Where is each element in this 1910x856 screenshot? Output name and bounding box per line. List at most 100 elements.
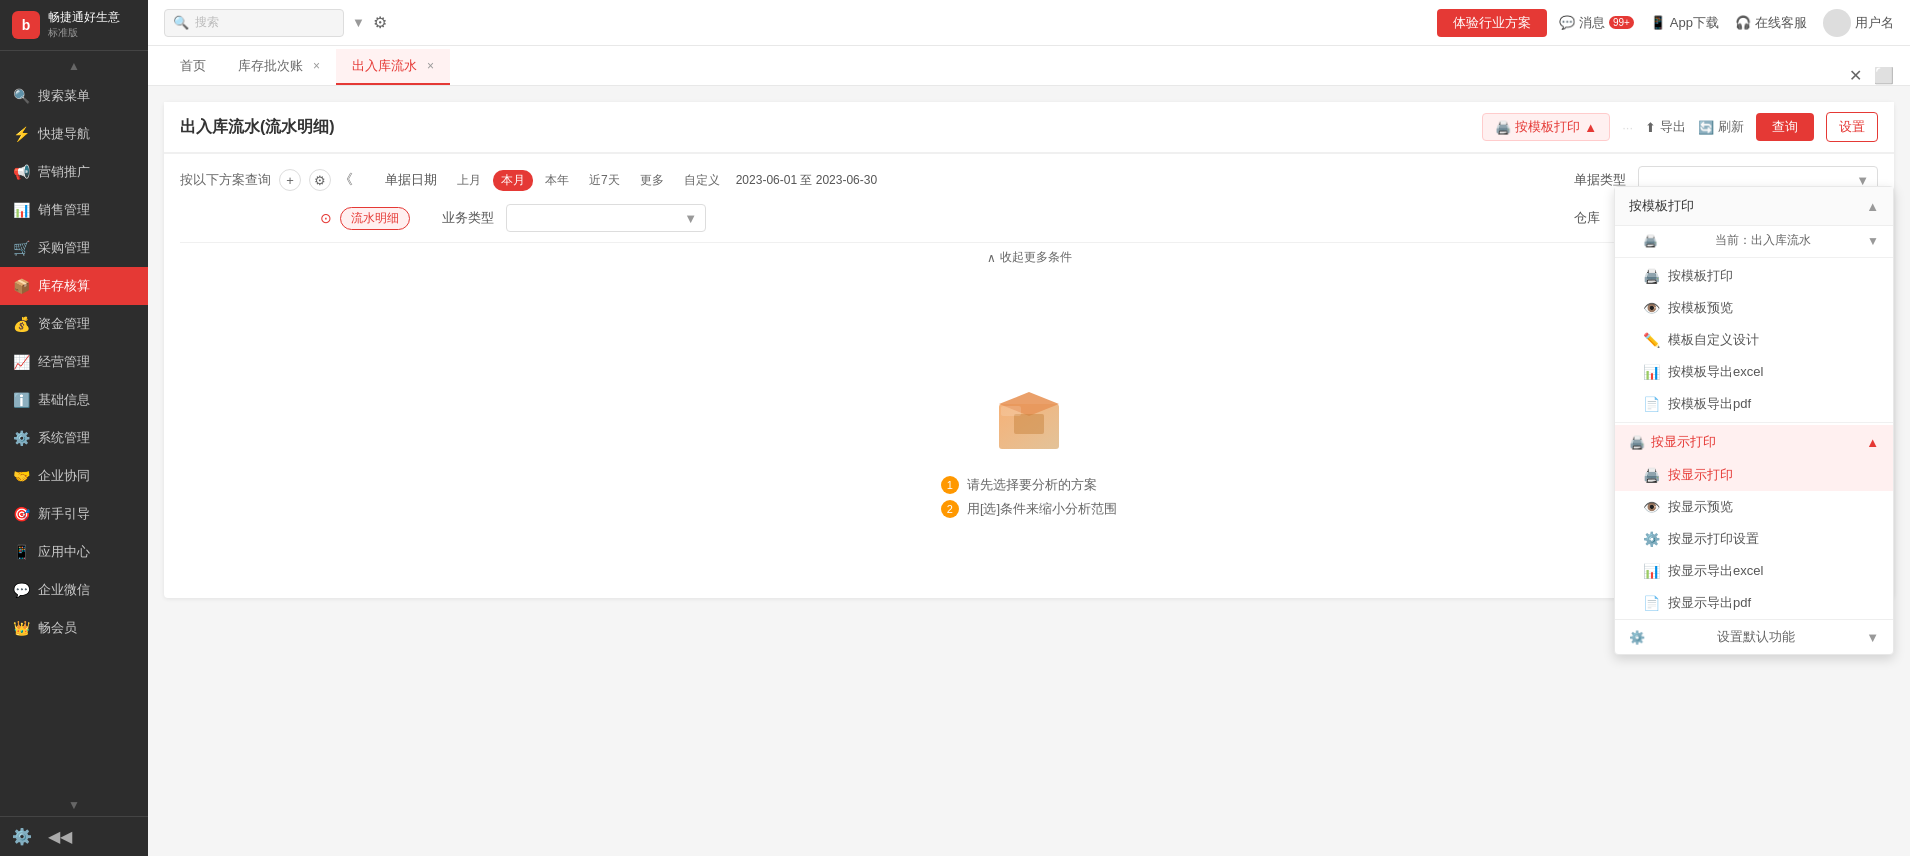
quick-icon: ⚡	[12, 126, 30, 142]
dropdown-preview-icon: 👁️	[1643, 300, 1660, 316]
topbar-search-box[interactable]: 🔍 搜索	[164, 9, 344, 37]
user-avatar-item[interactable]: 用户名	[1823, 9, 1894, 37]
collapse-sidebar-icon[interactable]: ◀◀	[48, 827, 72, 846]
sidebar-item-member[interactable]: 👑 畅会员	[0, 609, 148, 647]
date-tab-7days[interactable]: 近7天	[581, 170, 628, 191]
tag-icon: ⊙	[320, 210, 332, 226]
template-print-chevron: ▲	[1584, 120, 1597, 135]
system-icon: ⚙️	[12, 430, 30, 446]
sidebar-item-label: 搜索菜单	[38, 87, 90, 105]
app-download-item[interactable]: 📱 App下载	[1650, 14, 1719, 32]
tab-inout-close-icon[interactable]: ×	[427, 59, 434, 73]
tab-inout-flow[interactable]: 出入库流水 ×	[336, 49, 450, 85]
dropdown-item-label: 按显示预览	[1668, 498, 1733, 516]
dropdown-printer-icon: 🖨️	[1643, 268, 1660, 284]
query-button[interactable]: 查询	[1756, 113, 1814, 141]
main-area: 🔍 搜索 ▼ ⚙ 体验行业方案 💬 消息 99+ 📱 App下载 🎧 在线客服	[148, 0, 1910, 856]
dropdown-collapse-icon[interactable]: ▲	[1866, 199, 1879, 214]
sidebar-item-apps[interactable]: 📱 应用中心	[0, 533, 148, 571]
dropdown-item-template-custom[interactable]: ✏️ 模板自定义设计	[1615, 324, 1893, 356]
empty-steps: 1 请先选择要分析的方案 2 用[选]条件来缩小分析范围	[941, 476, 1117, 518]
filter-tag[interactable]: 流水明细	[340, 207, 410, 230]
refresh-button[interactable]: 🔄 刷新	[1698, 118, 1744, 136]
headphone-icon: 🎧	[1735, 15, 1751, 30]
sidebar-item-system[interactable]: ⚙️ 系统管理	[0, 419, 148, 457]
sidebar-item-wechat[interactable]: 💬 企业微信	[0, 571, 148, 609]
export-button[interactable]: ⬆ 导出	[1645, 118, 1686, 136]
settings-bottom-icon[interactable]: ⚙️	[12, 827, 32, 846]
add-filter-button[interactable]: +	[279, 169, 301, 191]
dropdown-item-template-export-pdf[interactable]: 📄 按模板导出pdf	[1615, 388, 1893, 420]
dropdown-item-template-preview[interactable]: 👁️ 按模板预览	[1615, 292, 1893, 324]
dropdown-display-pdf-icon: 📄	[1643, 595, 1660, 611]
dropdown-item-display-print[interactable]: 🖨️ 按显示打印	[1615, 459, 1893, 491]
sidebar-item-inventory[interactable]: 📦 库存核算	[0, 267, 148, 305]
topbar-dropdown-icon[interactable]: ▼	[352, 15, 365, 30]
settings-button[interactable]: 设置	[1826, 112, 1878, 142]
sidebar-item-finance[interactable]: 💰 资金管理	[0, 305, 148, 343]
sidebar-item-basic[interactable]: ℹ️ 基础信息	[0, 381, 148, 419]
sidebar-item-guide[interactable]: 🎯 新手引导	[0, 495, 148, 533]
business-type-dropdown[interactable]: ▼	[506, 204, 706, 232]
sidebar-item-label: 新手引导	[38, 505, 90, 523]
avatar	[1823, 9, 1851, 37]
export-icon: ⬆	[1645, 120, 1656, 135]
sales-icon: 📊	[12, 202, 30, 218]
printer-small-icon: 🖨️	[1643, 234, 1658, 248]
sidebar-item-quick[interactable]: ⚡ 快捷导航	[0, 115, 148, 153]
date-tab-more[interactable]: 更多	[632, 170, 672, 191]
topbar-gear-icon[interactable]: ⚙	[373, 13, 387, 32]
scroll-up-indicator: ▲	[0, 55, 148, 77]
date-tab-this-year[interactable]: 本年	[537, 170, 577, 191]
tabs-close-all-btn[interactable]: ✕	[1849, 66, 1862, 85]
date-tab-this-month[interactable]: 本月	[493, 170, 533, 191]
dropdown-item-display-export-pdf[interactable]: 📄 按显示导出pdf	[1615, 587, 1893, 619]
dropdown-item-template-print[interactable]: 🖨️ 按模板打印	[1615, 260, 1893, 292]
tabs-expand-btn[interactable]: ⬜	[1874, 66, 1894, 85]
display-printer-icon: 🖨️	[1629, 435, 1645, 450]
sidebar-item-search[interactable]: 🔍 搜索菜单	[0, 77, 148, 115]
filter-collapse-icon[interactable]: 《	[339, 171, 353, 189]
dropdown-current-item[interactable]: 🖨️ 当前：出入库流水 ▼	[1615, 226, 1893, 255]
sidebar-item-label: 系统管理	[38, 429, 90, 447]
dropdown-divider-1	[1615, 257, 1893, 258]
date-tab-custom[interactable]: 自定义	[676, 170, 728, 191]
dropdown-item-label: 按模板导出pdf	[1668, 395, 1751, 413]
dropdown-item-display-preview[interactable]: 👁️ 按显示预览	[1615, 491, 1893, 523]
filter-label: 按以下方案查询	[180, 171, 271, 189]
sidebar-item-operation[interactable]: 📈 经营管理	[0, 343, 148, 381]
basic-icon: ℹ️	[12, 392, 30, 408]
dropdown-item-template-export-excel[interactable]: 📊 按模板导出excel	[1615, 356, 1893, 388]
page-content: 出入库流水(流水明细) 🖨️ 按模板打印 ▲ ··· ⬆ 导出 🔄 刷新	[148, 86, 1910, 856]
svg-rect-2	[1014, 414, 1044, 434]
step-2-num: 2	[941, 500, 959, 518]
trial-button[interactable]: 体验行业方案	[1437, 9, 1547, 37]
tab-bar: 首页 库存批次账 × 出入库流水 × ✕ ⬜	[148, 46, 1910, 86]
dropdown-item-display-settings[interactable]: ⚙️ 按显示打印设置	[1615, 523, 1893, 555]
sidebar-item-purchase[interactable]: 🛒 采购管理	[0, 229, 148, 267]
date-tab-last-month[interactable]: 上月	[449, 170, 489, 191]
sidebar-item-sales[interactable]: 📊 销售管理	[0, 191, 148, 229]
tab-home[interactable]: 首页	[164, 49, 222, 85]
message-item[interactable]: 💬 消息 99+	[1559, 14, 1634, 32]
tab-batch-close-icon[interactable]: ×	[313, 59, 320, 73]
collapse-more-label: 收起更多条件	[1000, 249, 1072, 266]
dropdown-footer-settings[interactable]: ⚙️ 设置默认功能 ▼	[1615, 619, 1893, 654]
sidebar-item-label: 企业微信	[38, 581, 90, 599]
filter-settings-button[interactable]: ⚙	[309, 169, 331, 191]
dropdown-item-display-export-excel[interactable]: 📊 按显示导出excel	[1615, 555, 1893, 587]
sidebar-item-label: 基础信息	[38, 391, 90, 409]
dropdown-item-label: 按模板打印	[1668, 267, 1733, 285]
tab-batch-account[interactable]: 库存批次账 ×	[222, 49, 336, 85]
dropdown-display-section-toggle[interactable]: 🖨️ 按显示打印 ▲	[1615, 425, 1893, 459]
dropdown-item-label: 模板自定义设计	[1668, 331, 1759, 349]
finance-icon: 💰	[12, 316, 30, 332]
logo-icon: b	[12, 11, 40, 39]
operation-icon: 📈	[12, 354, 30, 370]
current-label: 当前：出入库流水	[1715, 232, 1811, 249]
online-service-item[interactable]: 🎧 在线客服	[1735, 14, 1807, 32]
sidebar-item-collab[interactable]: 🤝 企业协同	[0, 457, 148, 495]
main-nav: 🔍 搜索菜单 ⚡ 快捷导航 📢 营销推广 📊 销售管理 🛒 采购管理 📦 库存核…	[0, 77, 148, 794]
sidebar-item-marketing[interactable]: 📢 营销推广	[0, 153, 148, 191]
template-print-button[interactable]: 🖨️ 按模板打印 ▲	[1482, 113, 1610, 141]
